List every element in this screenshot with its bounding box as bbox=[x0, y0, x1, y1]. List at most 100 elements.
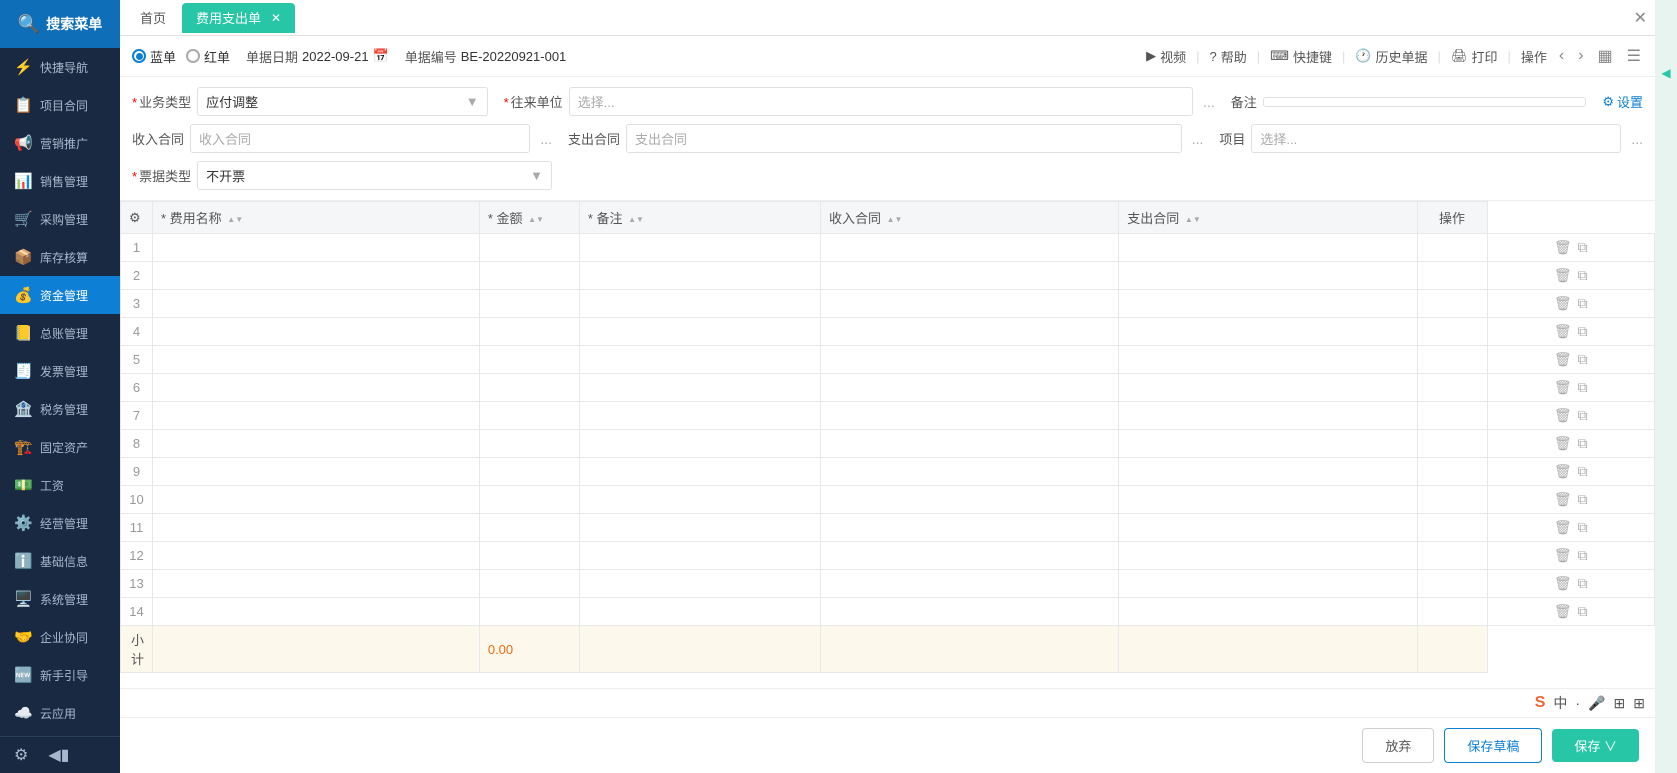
radio-red-label[interactable]: 红单 bbox=[186, 47, 230, 66]
copy-icon[interactable]: ⧉ bbox=[1578, 463, 1588, 480]
calendar-icon[interactable]: 📅 bbox=[373, 48, 389, 64]
tab-expense[interactable]: 费用支出单 ✕ bbox=[182, 3, 295, 33]
cell-4[interactable] bbox=[1119, 570, 1417, 598]
cell-4[interactable] bbox=[1119, 290, 1417, 318]
delete-icon[interactable]: 🗑 bbox=[1554, 463, 1572, 480]
copy-icon[interactable]: ⧉ bbox=[1578, 547, 1588, 564]
cell-2[interactable] bbox=[579, 374, 820, 402]
delete-icon[interactable]: 🗑 bbox=[1554, 547, 1572, 564]
sidebar-item-basic-info[interactable]: ℹ️ 基础信息 bbox=[0, 542, 120, 580]
cell-4[interactable] bbox=[1119, 318, 1417, 346]
cell-0[interactable] bbox=[153, 542, 480, 570]
cell-4[interactable] bbox=[1119, 458, 1417, 486]
radio-blue-dot[interactable] bbox=[132, 49, 146, 63]
nav-next-icon[interactable]: › bbox=[1576, 45, 1585, 67]
print-btn[interactable]: 🖨 打印 bbox=[1451, 47, 1498, 66]
cell-2[interactable] bbox=[579, 598, 820, 626]
cell-3[interactable] bbox=[820, 458, 1118, 486]
settings-btn[interactable]: ⚙ 设置 bbox=[1602, 92, 1643, 111]
cell-3[interactable] bbox=[820, 570, 1118, 598]
right-sidebar-tab[interactable]: ◀ bbox=[1657, 60, 1675, 86]
ime-mic-icon[interactable]: 🎤 bbox=[1588, 695, 1605, 712]
ime-zh-icon[interactable]: 中 bbox=[1553, 693, 1567, 713]
cell-2[interactable] bbox=[579, 346, 820, 374]
copy-icon[interactable]: ⧉ bbox=[1578, 295, 1588, 312]
cell-4[interactable] bbox=[1119, 346, 1417, 374]
cell-0[interactable] bbox=[153, 234, 480, 262]
cell-3[interactable] bbox=[820, 514, 1118, 542]
cell-0[interactable] bbox=[153, 318, 480, 346]
sidebar-search[interactable]: 🔍 搜索菜单 bbox=[0, 0, 120, 48]
sidebar-item-salary[interactable]: 💵 工资 bbox=[0, 466, 120, 504]
cell-3[interactable] bbox=[820, 318, 1118, 346]
cell-4[interactable] bbox=[1119, 262, 1417, 290]
copy-icon[interactable]: ⧉ bbox=[1578, 267, 1588, 284]
cell-3[interactable] bbox=[820, 430, 1118, 458]
nav-prev-icon[interactable]: ‹ bbox=[1557, 45, 1566, 67]
cell-1[interactable] bbox=[479, 290, 579, 318]
copy-icon[interactable]: ⧉ bbox=[1578, 351, 1588, 368]
delete-icon[interactable]: 🗑 bbox=[1554, 491, 1572, 508]
copy-icon[interactable]: ⧉ bbox=[1578, 379, 1588, 396]
date-value[interactable]: 2022-09-21 bbox=[302, 49, 369, 64]
sidebar-item-new-guide[interactable]: 🆕 新手引导 bbox=[0, 656, 120, 694]
cell-5[interactable] bbox=[1417, 290, 1487, 318]
delete-icon[interactable]: 🗑 bbox=[1554, 435, 1572, 452]
cell-1[interactable] bbox=[479, 262, 579, 290]
cell-5[interactable] bbox=[1417, 430, 1487, 458]
cell-1[interactable] bbox=[479, 570, 579, 598]
project-input[interactable]: 选择... bbox=[1251, 124, 1621, 153]
partner-ellipsis[interactable]: ... bbox=[1203, 94, 1215, 110]
expense-contract-input[interactable]: 支出合同 bbox=[626, 124, 1182, 153]
sidebar-item-project-contract[interactable]: 📋 项目合同 bbox=[0, 86, 120, 124]
th-remark[interactable]: * 备注 ▲▼ bbox=[579, 202, 820, 234]
cell-3[interactable] bbox=[820, 402, 1118, 430]
sidebar-item-ledger-mgmt[interactable]: 📒 总账管理 bbox=[0, 314, 120, 352]
cell-5[interactable] bbox=[1417, 570, 1487, 598]
delete-icon[interactable]: 🗑 bbox=[1554, 351, 1572, 368]
cell-1[interactable] bbox=[479, 374, 579, 402]
project-ellipsis[interactable]: ... bbox=[1631, 131, 1643, 147]
number-value[interactable]: BE-20220921-001 bbox=[461, 49, 567, 64]
th-expense-name[interactable]: * 费用名称 ▲▼ bbox=[153, 202, 480, 234]
expense-contract-ellipsis[interactable]: ... bbox=[1192, 131, 1204, 147]
ime-more-icon[interactable]: ⊞ bbox=[1633, 695, 1645, 712]
cell-2[interactable] bbox=[579, 542, 820, 570]
cell-5[interactable] bbox=[1417, 262, 1487, 290]
shortcut-btn[interactable]: ⌨ 快捷键 bbox=[1270, 47, 1332, 66]
cell-3[interactable] bbox=[820, 262, 1118, 290]
cell-1[interactable] bbox=[479, 430, 579, 458]
cell-4[interactable] bbox=[1119, 430, 1417, 458]
copy-icon[interactable]: ⧉ bbox=[1578, 239, 1588, 256]
cell-5[interactable] bbox=[1417, 514, 1487, 542]
sidebar-item-sales-mgmt[interactable]: 📊 销售管理 bbox=[0, 162, 120, 200]
cell-5[interactable] bbox=[1417, 458, 1487, 486]
sidebar-item-tax-mgmt[interactable]: 🏦 税务管理 bbox=[0, 390, 120, 428]
cell-2[interactable] bbox=[579, 458, 820, 486]
cell-5[interactable] bbox=[1417, 486, 1487, 514]
copy-icon[interactable]: ⧉ bbox=[1578, 323, 1588, 340]
copy-icon[interactable]: ⧉ bbox=[1578, 407, 1588, 424]
cell-4[interactable] bbox=[1119, 542, 1417, 570]
audio-icon[interactable]: ◀▮ bbox=[48, 745, 69, 765]
cell-1[interactable] bbox=[479, 234, 579, 262]
cell-4[interactable] bbox=[1119, 514, 1417, 542]
cell-3[interactable] bbox=[820, 598, 1118, 626]
settings-icon[interactable]: ⚙ bbox=[14, 745, 28, 765]
tab-home[interactable]: 首页 bbox=[126, 3, 180, 33]
th-expense-contract[interactable]: 支出合同 ▲▼ bbox=[1119, 202, 1417, 234]
grid-icon[interactable]: ▦ bbox=[1596, 44, 1615, 68]
delete-icon[interactable]: 🗑 bbox=[1554, 407, 1572, 424]
copy-icon[interactable]: ⧉ bbox=[1578, 435, 1588, 452]
cell-0[interactable] bbox=[153, 486, 480, 514]
radio-blue-label[interactable]: 蓝单 bbox=[132, 47, 176, 66]
cell-4[interactable] bbox=[1119, 486, 1417, 514]
cell-5[interactable] bbox=[1417, 346, 1487, 374]
partner-input[interactable]: 选择... bbox=[569, 87, 1193, 116]
sidebar-item-fixed-assets[interactable]: 🏗️ 固定资产 bbox=[0, 428, 120, 466]
history-btn[interactable]: 🕐 历史单据 bbox=[1355, 47, 1427, 66]
discard-button[interactable]: 放弃 bbox=[1362, 728, 1434, 763]
window-close-icon[interactable]: ✕ bbox=[1632, 6, 1649, 30]
operation-btn[interactable]: 操作 bbox=[1521, 47, 1547, 66]
cell-1[interactable] bbox=[479, 318, 579, 346]
